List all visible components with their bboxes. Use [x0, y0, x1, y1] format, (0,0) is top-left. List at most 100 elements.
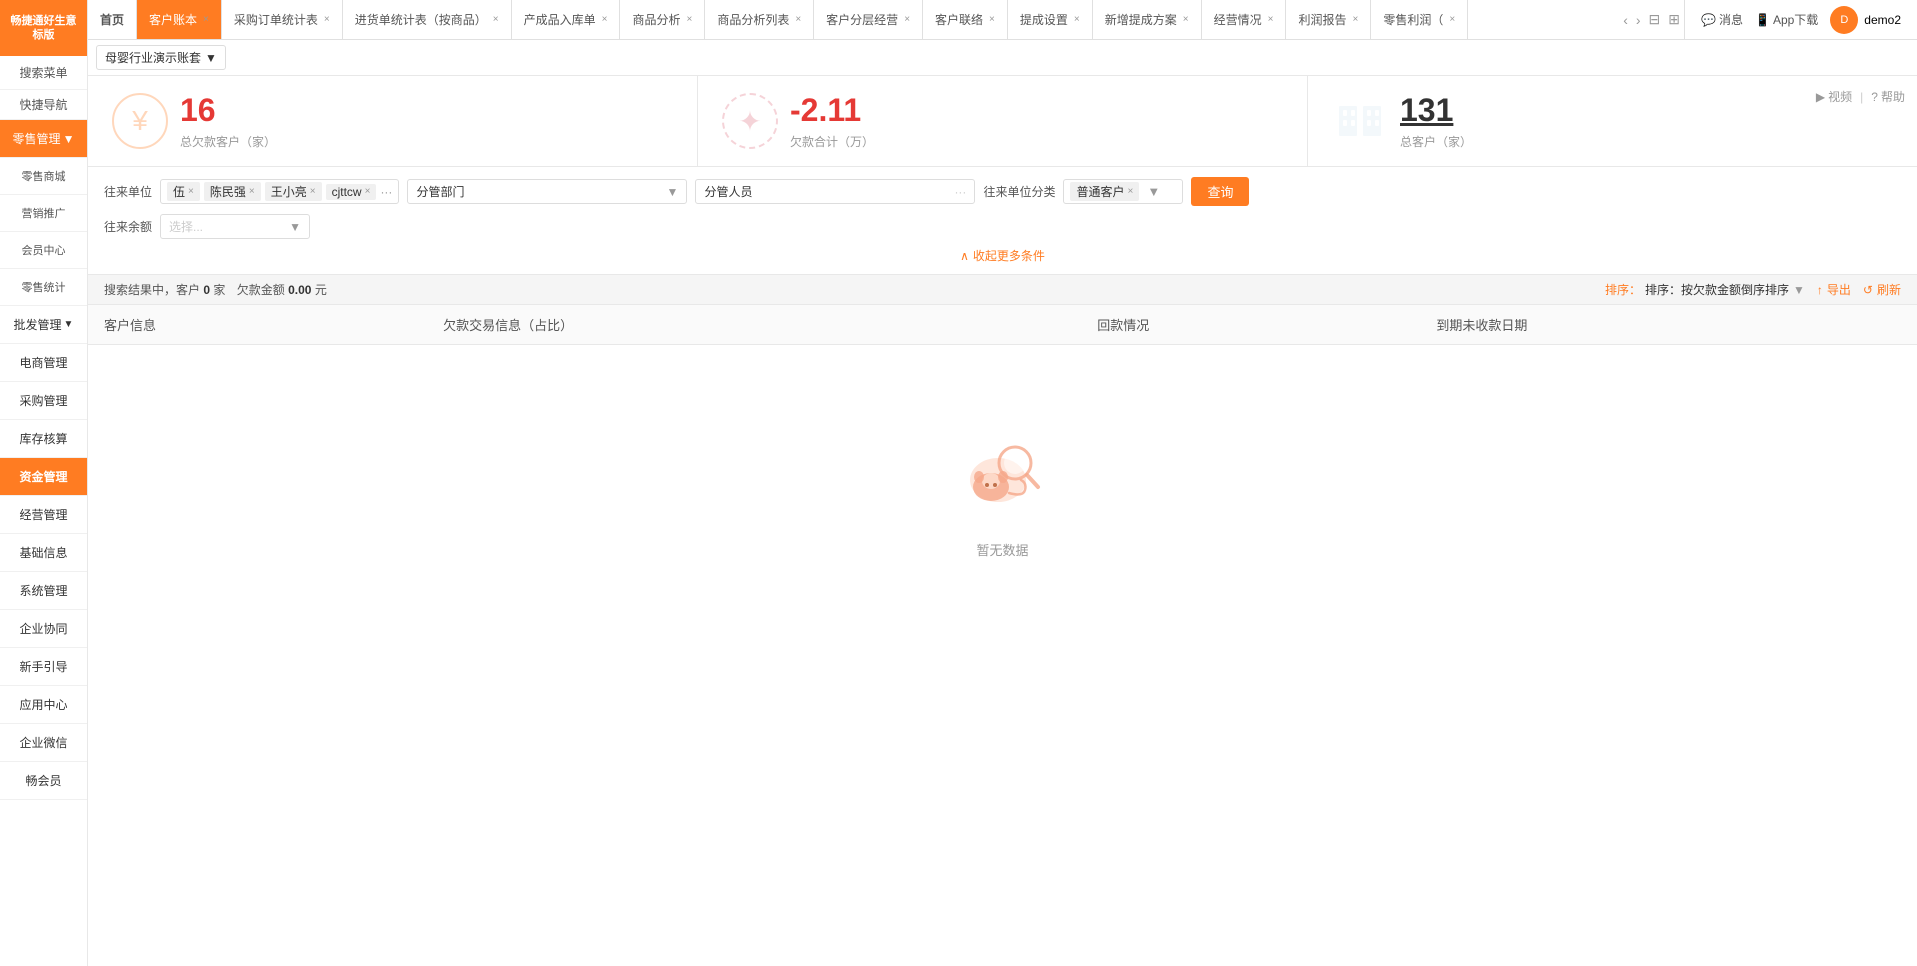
stats-bar: ¥ 16 总欠款客户（家） ✦ -2.11 欠款合计（万）	[88, 76, 1917, 167]
sidebar-item-vip[interactable]: 畅会员	[0, 762, 87, 800]
tab-customer-layer[interactable]: 客户分层经营 ×	[814, 0, 923, 39]
tag-cjttcw-close[interactable]: ×	[365, 186, 371, 197]
sidebar-item-newbie[interactable]: 新手引导	[0, 648, 87, 686]
empty-illustration	[943, 425, 1063, 528]
sidebar-item-finance[interactable]: 资金管理	[0, 458, 87, 496]
tab-raise-settings-close[interactable]: ×	[1074, 14, 1080, 25]
tab-minimize-btn[interactable]: ⊟	[1645, 11, 1665, 28]
sidebar-item-basic[interactable]: 基础信息	[0, 534, 87, 572]
sidebar-item-appstore[interactable]: 应用中心	[0, 686, 87, 724]
app-download-btn[interactable]: 📱 App下载	[1755, 11, 1818, 28]
tab-customer-contact[interactable]: 客户联络 ×	[923, 0, 1008, 39]
customer-count: 0	[203, 283, 210, 297]
tag-normal-customer: 普通客户 ×	[1070, 182, 1139, 201]
unit-class-filter-tags[interactable]: 普通客户 × ▼	[1063, 179, 1183, 204]
sidebar-logo-text: 畅捷通好生意 标版	[11, 14, 77, 43]
tag-wangxiaoliang-close[interactable]: ×	[310, 186, 316, 197]
tab-customer-layer-close[interactable]: ×	[904, 14, 910, 25]
sidebar-item-search[interactable]: 搜索菜单	[0, 56, 87, 90]
tab-customer-account[interactable]: 客户账本 ×	[137, 0, 222, 39]
tab-new-plan[interactable]: 新增提成方案 ×	[1093, 0, 1202, 39]
video-btn[interactable]: ▶ 视频	[1816, 88, 1852, 105]
tag-chenminqiang: 陈民强 ×	[204, 182, 261, 201]
tab-home[interactable]: 首页	[88, 0, 137, 39]
unit-filter-label: 往来单位	[104, 183, 152, 200]
collapse-button[interactable]: ∧ 收起更多条件	[960, 247, 1045, 264]
sidebar-item-retail-shop[interactable]: 零售商城	[0, 158, 87, 195]
sidebar-item-purchase[interactable]: 采购管理	[0, 382, 87, 420]
tab-goods-list[interactable]: 商品分析列表 ×	[705, 0, 814, 39]
sort-button[interactable]: 排序： 排序：按欠款金额倒序排序 ▼	[1605, 281, 1805, 298]
results-info: 搜索结果中，客户 0 家 欠款金额 0.00 元	[104, 281, 327, 298]
tab-profit-report[interactable]: 利润报告 ×	[1286, 0, 1371, 39]
refresh-icon: ↺	[1863, 283, 1873, 297]
tab-goods-analysis[interactable]: 商品分析 ×	[620, 0, 705, 39]
sidebar-item-operations[interactable]: 经营管理	[0, 496, 87, 534]
topbar-tabs: 首页 客户账本 × 采购订单统计表 × 进货单统计表（按商品） × 产成品入库单…	[88, 0, 1619, 39]
sidebar-item-quicknav[interactable]: 快捷导航	[0, 90, 87, 120]
filter-bar: 往来单位 伍 × 陈民强 × 王小亮 × cjttcw	[88, 167, 1917, 275]
sidebar-item-system[interactable]: 系统管理	[0, 572, 87, 610]
export-icon: ↑	[1817, 283, 1823, 297]
tab-profit-report-close[interactable]: ×	[1352, 14, 1358, 25]
tab-incoming-stat-close[interactable]: ×	[493, 14, 499, 25]
tab-retail-profit-close[interactable]: ×	[1449, 14, 1455, 25]
sidebar-item-ecommerce[interactable]: 电商管理	[0, 344, 87, 382]
results-actions: 排序： 排序：按欠款金额倒序排序 ▼ ↑ 导出 ↺ 刷新	[1605, 281, 1901, 298]
tab-raise-settings[interactable]: 提成设置 ×	[1008, 0, 1093, 39]
stat3-value: 131	[1400, 92, 1472, 129]
account-dropdown[interactable]: 母婴行业演示账套 ▼	[96, 45, 226, 70]
sidebar-item-member[interactable]: 会员中心	[0, 232, 87, 269]
sidebar-item-wechat[interactable]: 企业微信	[0, 724, 87, 762]
sidebar-item-marketing[interactable]: 营销推广	[0, 195, 87, 232]
video-help-bar: ▶ 视频 | ? 帮助	[1816, 88, 1905, 105]
export-button[interactable]: ↑ 导出	[1817, 281, 1851, 298]
tab-purchase-order[interactable]: 采购订单统计表 ×	[222, 0, 343, 39]
balance-filter-dropdown[interactable]: 选择... ▼	[160, 214, 310, 239]
sidebar-item-retail-stat[interactable]: 零售统计	[0, 269, 87, 306]
user-avatar: D	[1830, 6, 1858, 34]
tab-next-arrow[interactable]: ›	[1632, 12, 1645, 28]
search-prefix: 搜索结果中，客户	[104, 283, 200, 297]
sidebar-item-wholesale[interactable]: 批发管理 ▼	[0, 306, 87, 344]
tab-goods-list-close[interactable]: ×	[795, 14, 801, 25]
tag-wu-close[interactable]: ×	[188, 186, 194, 197]
tab-new-plan-close[interactable]: ×	[1183, 14, 1189, 25]
user-profile-btn[interactable]: D demo2	[1830, 6, 1901, 34]
sort-chevron-icon: ▼	[1793, 283, 1805, 297]
tab-maximize-btn[interactable]: ⊞	[1664, 11, 1684, 28]
tab-purchase-order-close[interactable]: ×	[324, 14, 330, 25]
stat1-value: 16	[180, 92, 276, 129]
dept-label: 分管部门	[416, 183, 464, 200]
tab-product-in[interactable]: 产成品入库单 ×	[512, 0, 621, 39]
tab-operations-info-close[interactable]: ×	[1268, 14, 1274, 25]
dept-filter-dropdown[interactable]: 分管部门 ▼	[407, 179, 687, 204]
stat2-value: -2.11	[790, 92, 874, 129]
stat-total-customers: ¥ 16 总欠款客户（家）	[88, 76, 698, 166]
tab-incoming-stat[interactable]: 进货单统计表（按商品） ×	[343, 0, 512, 39]
sort-label: 排序：按欠款金额倒序排序	[1645, 281, 1789, 298]
help-btn[interactable]: ? 帮助	[1871, 88, 1905, 105]
tag-normal-customer-close[interactable]: ×	[1127, 186, 1133, 197]
tab-retail-profit[interactable]: 零售利润（ ×	[1371, 0, 1468, 39]
sidebar-item-enterprise[interactable]: 企业协同	[0, 610, 87, 648]
message-btn[interactable]: 💬 消息	[1701, 11, 1743, 28]
person-filter-dropdown[interactable]: 分管人员 ···	[695, 179, 975, 204]
query-button[interactable]: 查询	[1191, 177, 1249, 206]
tab-operations-info[interactable]: 经营情况 ×	[1202, 0, 1287, 39]
tab-product-in-close[interactable]: ×	[602, 14, 608, 25]
more-tags-btn[interactable]: ···	[380, 185, 392, 199]
sidebar-item-inventory[interactable]: 库存核算	[0, 420, 87, 458]
content-area: ¥ 16 总欠款客户（家） ✦ -2.11 欠款合计（万）	[88, 76, 1917, 966]
sidebar-item-retail[interactable]: 零售管理 ▼	[0, 120, 87, 158]
balance-unit: 元	[315, 283, 327, 297]
unit-class-chevron-icon: ▼	[1147, 184, 1160, 199]
tab-customer-contact-close[interactable]: ×	[989, 14, 995, 25]
refresh-button[interactable]: ↺ 刷新	[1863, 281, 1901, 298]
unit-filter-tags[interactable]: 伍 × 陈民强 × 王小亮 × cjttcw × ···	[160, 179, 399, 204]
tab-prev-arrow[interactable]: ‹	[1619, 12, 1632, 28]
tab-customer-account-close[interactable]: ×	[203, 14, 209, 25]
sidebar: 畅捷通好生意 标版 搜索菜单 快捷导航 零售管理 ▼ 零售商城 营销推广 会员中…	[0, 0, 88, 966]
tag-chenminqiang-close[interactable]: ×	[249, 186, 255, 197]
tab-goods-analysis-close[interactable]: ×	[686, 14, 692, 25]
